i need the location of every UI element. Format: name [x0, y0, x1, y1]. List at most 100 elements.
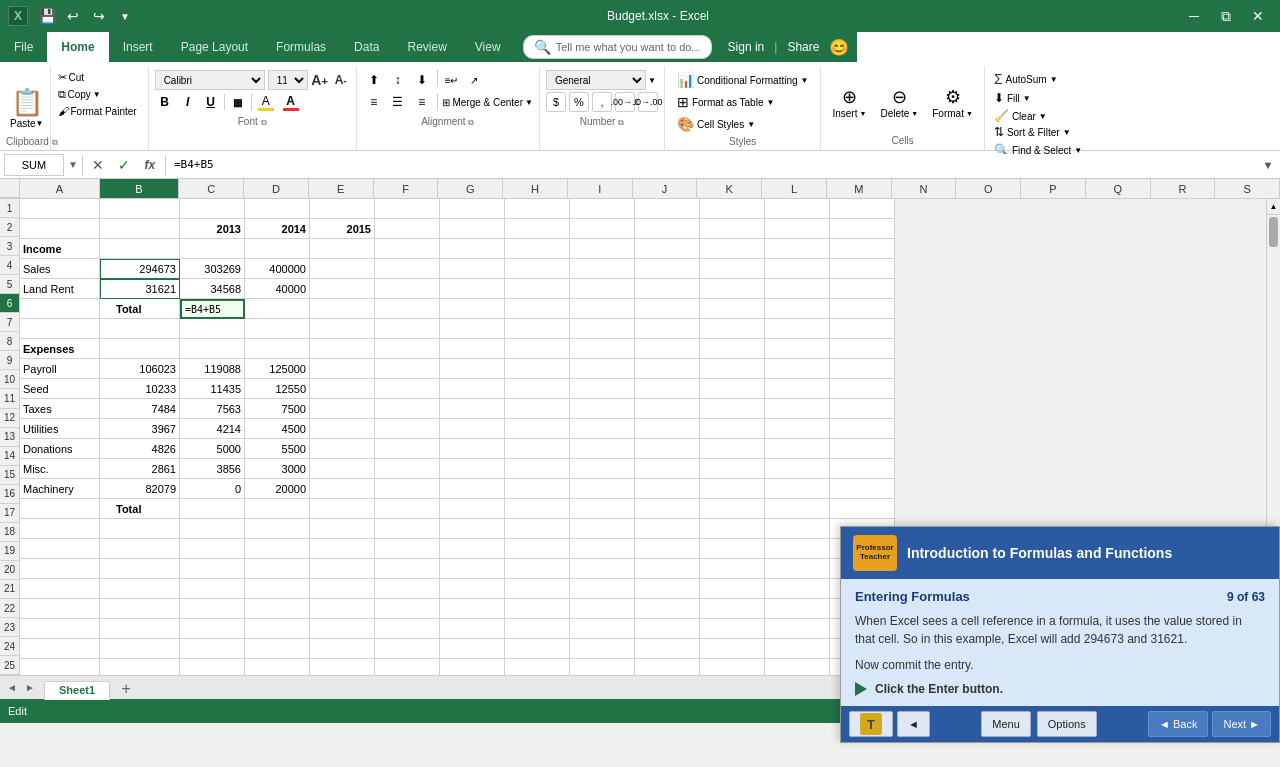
cell-l1[interactable] — [765, 199, 830, 219]
cell-b8[interactable] — [100, 339, 180, 359]
cell-c12[interactable]: 4214 — [180, 419, 245, 439]
cell-d2[interactable]: 2014 — [245, 219, 310, 239]
cell-g4[interactable] — [440, 259, 505, 279]
cell-c14[interactable]: 3856 — [180, 459, 245, 479]
col-header-g[interactable]: G — [438, 179, 503, 198]
row-num-23[interactable]: 23 — [0, 618, 19, 637]
cell-b3[interactable] — [100, 239, 180, 259]
tell-me-bar[interactable]: 🔍 Tell me what you want to do... — [523, 35, 712, 59]
tutorial-t-btn[interactable]: T — [849, 711, 893, 737]
col-header-q[interactable]: Q — [1086, 179, 1151, 198]
customize-qat-btn[interactable]: ▼ — [114, 5, 136, 27]
row-num-6[interactable]: 6 — [0, 294, 19, 313]
autosum-btn[interactable]: Σ AutoSum ▼ — [991, 70, 1085, 88]
cell-e20[interactable] — [310, 579, 375, 599]
cell-d6[interactable] — [245, 299, 310, 319]
cell-m15[interactable] — [830, 479, 895, 499]
cell-l22[interactable] — [765, 619, 830, 639]
cell-d23[interactable] — [245, 639, 310, 659]
cell-b2[interactable] — [100, 219, 180, 239]
cell-g7[interactable] — [440, 319, 505, 339]
cell-i21[interactable] — [570, 599, 635, 619]
cell-k9[interactable] — [700, 359, 765, 379]
tab-data[interactable]: Data — [340, 32, 393, 62]
cell-g19[interactable] — [440, 559, 505, 579]
cell-a6[interactable] — [20, 299, 100, 319]
cell-m10[interactable] — [830, 379, 895, 399]
cell-f21[interactable] — [375, 599, 440, 619]
cell-e2[interactable]: 2015 — [310, 219, 375, 239]
clear-btn[interactable]: 🧹 Clear ▼ — [991, 108, 1085, 124]
cell-d4[interactable]: 400000 — [245, 259, 310, 279]
cell-l9[interactable] — [765, 359, 830, 379]
currency-btn[interactable]: $ — [546, 92, 566, 112]
cell-d15[interactable]: 20000 — [245, 479, 310, 499]
cell-j4[interactable] — [635, 259, 700, 279]
cell-h11[interactable] — [505, 399, 570, 419]
cell-a22[interactable] — [20, 619, 100, 639]
cell-a12[interactable]: Utilities — [20, 419, 100, 439]
cell-h15[interactable] — [505, 479, 570, 499]
align-top-btn[interactable]: ⬆ — [363, 70, 385, 90]
cell-i18[interactable] — [570, 539, 635, 559]
comma-btn[interactable]: , — [592, 92, 612, 112]
row-num-9[interactable]: 9 — [0, 351, 19, 370]
col-header-i[interactable]: I — [568, 179, 633, 198]
cell-g10[interactable] — [440, 379, 505, 399]
cell-i6[interactable] — [570, 299, 635, 319]
cell-e9[interactable] — [310, 359, 375, 379]
tab-insert[interactable]: Insert — [109, 32, 167, 62]
cell-j19[interactable] — [635, 559, 700, 579]
cell-a11[interactable]: Taxes — [20, 399, 100, 419]
cell-a15[interactable]: Machinery — [20, 479, 100, 499]
cell-d17[interactable] — [245, 519, 310, 539]
cell-l19[interactable] — [765, 559, 830, 579]
cell-k2[interactable] — [700, 219, 765, 239]
add-sheet-btn[interactable]: + — [115, 679, 137, 699]
cell-g5[interactable] — [440, 279, 505, 299]
cell-a1[interactable] — [20, 199, 100, 219]
cell-e5[interactable] — [310, 279, 375, 299]
row-num-12[interactable]: 12 — [0, 409, 19, 428]
cell-f19[interactable] — [375, 559, 440, 579]
cell-k10[interactable] — [700, 379, 765, 399]
cell-c19[interactable] — [180, 559, 245, 579]
insert-btn[interactable]: ⊕ Insert ▼ — [827, 84, 871, 121]
cell-h24[interactable] — [505, 659, 570, 675]
cell-e12[interactable] — [310, 419, 375, 439]
select-all-btn[interactable] — [0, 179, 20, 198]
cell-g12[interactable] — [440, 419, 505, 439]
cell-ref-dropdown[interactable]: ▼ — [68, 159, 78, 170]
formula-expand-btn[interactable]: ▼ — [1260, 154, 1276, 176]
row-num-24[interactable]: 24 — [0, 637, 19, 656]
cell-j15[interactable] — [635, 479, 700, 499]
cell-i20[interactable] — [570, 579, 635, 599]
cell-c1[interactable] — [180, 199, 245, 219]
tutorial-menu-btn[interactable]: Menu — [981, 711, 1031, 737]
cell-f13[interactable] — [375, 439, 440, 459]
cell-m3[interactable] — [830, 239, 895, 259]
cell-e23[interactable] — [310, 639, 375, 659]
cell-i23[interactable] — [570, 639, 635, 659]
cell-e18[interactable] — [310, 539, 375, 559]
cell-k13[interactable] — [700, 439, 765, 459]
cell-a2[interactable] — [20, 219, 100, 239]
cell-f6[interactable] — [375, 299, 440, 319]
cell-f14[interactable] — [375, 459, 440, 479]
row-num-11[interactable]: 11 — [0, 389, 19, 408]
row-num-18[interactable]: 18 — [0, 523, 19, 542]
cell-j16[interactable] — [635, 499, 700, 519]
col-header-h[interactable]: H — [503, 179, 568, 198]
cell-d11[interactable]: 7500 — [245, 399, 310, 419]
row-num-15[interactable]: 15 — [0, 466, 19, 485]
col-header-o[interactable]: O — [956, 179, 1021, 198]
cell-e19[interactable] — [310, 559, 375, 579]
cell-g8[interactable] — [440, 339, 505, 359]
cell-g9[interactable] — [440, 359, 505, 379]
cell-e11[interactable] — [310, 399, 375, 419]
cell-d16[interactable] — [245, 499, 310, 519]
cell-i5[interactable] — [570, 279, 635, 299]
cell-k21[interactable] — [700, 599, 765, 619]
row-num-5[interactable]: 5 — [0, 275, 19, 294]
row-num-4[interactable]: 4 — [0, 256, 19, 275]
